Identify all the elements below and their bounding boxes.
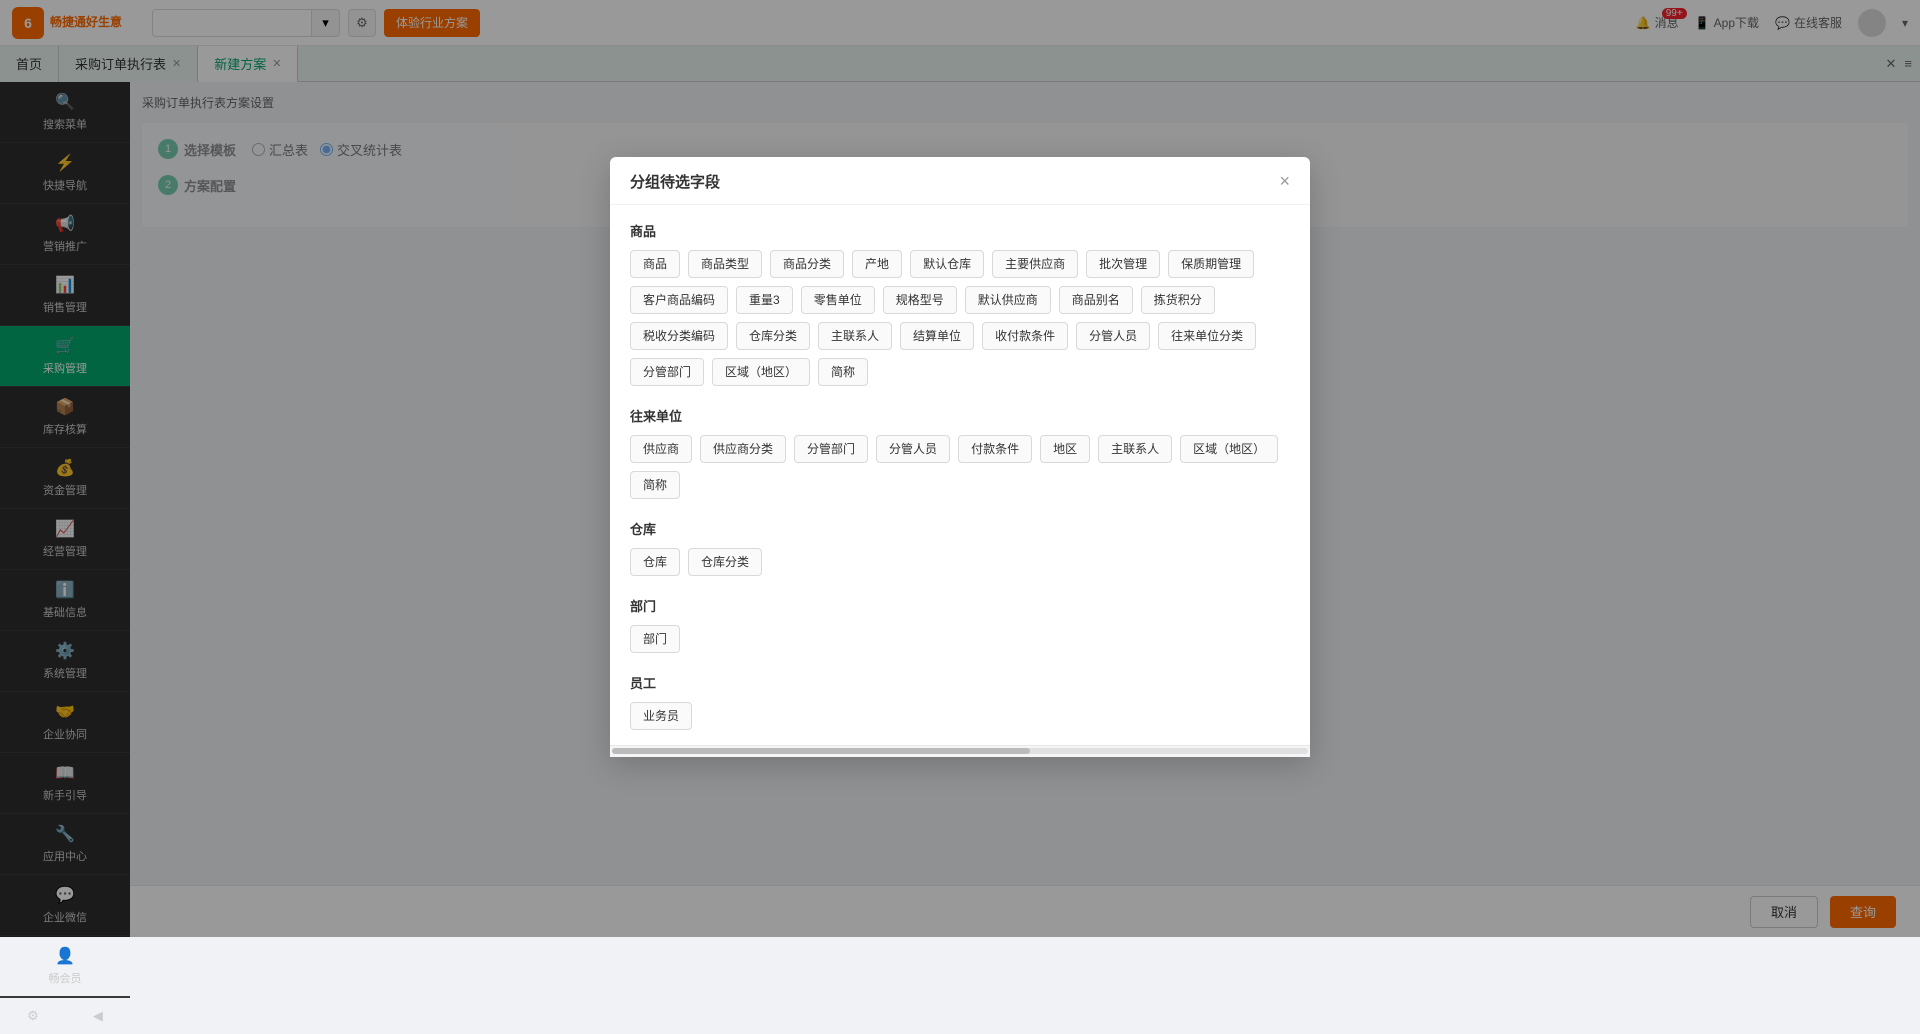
field-tag[interactable]: 部门 [630,625,680,653]
field-tags-商品: 商品商品类型商品分类产地默认仓库主要供应商批次管理保质期管理客户商品编码重量3 零… [630,250,1290,386]
field-tag[interactable]: 结算单位 [900,322,974,350]
field-tags-员工: 业务员 [630,702,1290,730]
field-tag[interactable]: 区域（地区） [1180,435,1278,463]
field-tag[interactable]: 区域（地区） [712,358,810,386]
field-tag[interactable]: 保质期管理 [1168,250,1254,278]
section-往来单位: 往来单位供应商供应商分类分管部门分管人员付款条件地区主联系人区域（地区） 简称 [630,406,1290,499]
section-商品: 商品商品商品类型商品分类产地默认仓库主要供应商批次管理保质期管理客户商品编码重量… [630,221,1290,386]
field-tags-仓库: 仓库仓库分类 [630,548,1290,576]
field-tag[interactable]: 主联系人 [818,322,892,350]
field-tag[interactable]: 主联系人 [1098,435,1172,463]
field-tag[interactable]: 商品类型 [688,250,762,278]
field-tag[interactable]: 简称 [630,471,680,499]
modal-close-btn[interactable]: × [1279,172,1290,190]
section-员工: 员工业务员 [630,673,1290,730]
field-tag[interactable]: 客户商品编码 [630,286,728,314]
field-tag[interactable]: 税收分类编码 [630,322,728,350]
field-tag[interactable]: 仓库分类 [688,548,762,576]
section-title-商品: 商品 [630,221,1290,240]
field-tag[interactable]: 地区 [1040,435,1090,463]
modal-body: 商品商品商品类型商品分类产地默认仓库主要供应商批次管理保质期管理客户商品编码重量… [610,205,1310,745]
field-tag[interactable]: 往来单位分类 [1158,322,1256,350]
section-仓库: 仓库仓库仓库分类 [630,519,1290,576]
field-tag[interactable]: 仓库分类 [736,322,810,350]
field-tag[interactable]: 分管部门 [794,435,868,463]
section-title-部门: 部门 [630,596,1290,615]
sidebar-item-member[interactable]: 👤 畅会员 [0,936,130,997]
field-tag[interactable]: 分管人员 [1076,322,1150,350]
field-tag[interactable]: 商品分类 [770,250,844,278]
field-tag[interactable]: 主要供应商 [992,250,1078,278]
field-tag[interactable]: 重量3 [736,286,793,314]
member-icon: 👤 [55,946,75,966]
field-tag[interactable]: 业务员 [630,702,692,730]
field-tag[interactable]: 商品别名 [1059,286,1133,314]
section-部门: 部门部门 [630,596,1290,653]
modal-header: 分组待选字段 × [610,157,1310,205]
sidebar-settings-icon[interactable]: ⚙ [27,1008,39,1024]
field-tag[interactable]: 供应商分类 [700,435,786,463]
field-tag[interactable]: 简称 [818,358,868,386]
hscroll-track [612,748,1308,754]
field-tag[interactable]: 拣货积分 [1141,286,1215,314]
field-tag[interactable]: 默认仓库 [910,250,984,278]
section-title-往来单位: 往来单位 [630,406,1290,425]
field-select-modal: 分组待选字段 × 商品商品商品类型商品分类产地默认仓库主要供应商批次管理保质期管… [610,157,1310,757]
section-title-员工: 员工 [630,673,1290,692]
field-tag[interactable]: 分管部门 [630,358,704,386]
modal-title: 分组待选字段 [630,171,720,192]
field-tags-部门: 部门 [630,625,1290,653]
sidebar-bottom: ⚙ ◀ [0,997,130,1034]
field-tag[interactable]: 仓库 [630,548,680,576]
field-tag[interactable]: 产地 [852,250,902,278]
field-tag[interactable]: 分管人员 [876,435,950,463]
field-tags-往来单位: 供应商供应商分类分管部门分管人员付款条件地区主联系人区域（地区） 简称 [630,435,1290,499]
hscroll-thumb [612,748,1030,754]
field-tag[interactable]: 批次管理 [1086,250,1160,278]
field-tag[interactable]: 付款条件 [958,435,1032,463]
field-tag[interactable]: 规格型号 [883,286,957,314]
field-tag[interactable]: 收付款条件 [982,322,1068,350]
modal-horizontal-scroll[interactable] [610,745,1310,757]
field-tag[interactable]: 商品 [630,250,680,278]
sidebar-audio-icon[interactable]: ◀ [93,1008,103,1024]
section-title-仓库: 仓库 [630,519,1290,538]
field-tag[interactable]: 零售单位 [801,286,875,314]
field-tag[interactable]: 默认供应商 [965,286,1051,314]
field-tag[interactable]: 供应商 [630,435,692,463]
